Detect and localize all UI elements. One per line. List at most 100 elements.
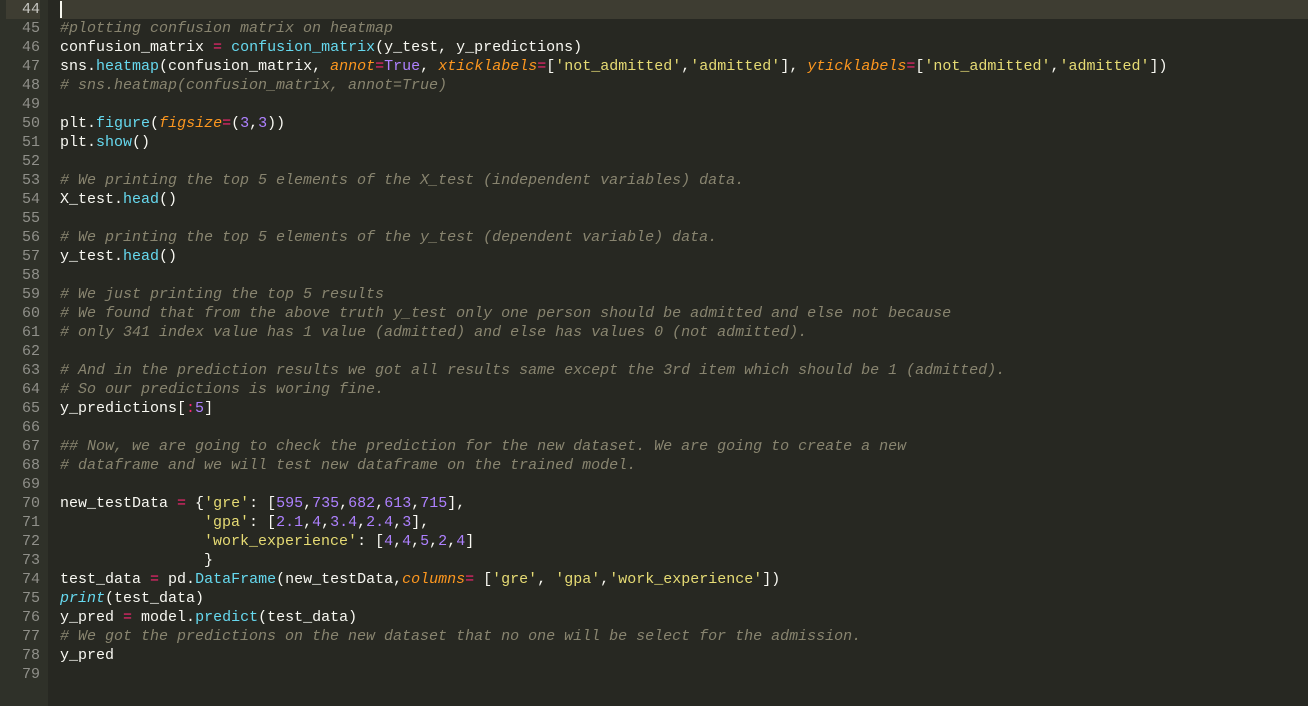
token [60, 514, 204, 531]
token: = [375, 58, 384, 75]
token: (test_data) [105, 590, 204, 607]
token: 5 [195, 400, 204, 417]
token: . [186, 571, 195, 588]
token: () [159, 191, 177, 208]
code-line[interactable]: # And in the prediction results we got a… [60, 361, 1308, 380]
code-line[interactable]: plt.figure(figsize=(3,3)) [60, 114, 1308, 133]
token: X_test [60, 191, 114, 208]
code-line[interactable]: y_pred [60, 646, 1308, 665]
token: , [447, 533, 456, 550]
token: , [420, 58, 429, 75]
token: ]) [1149, 58, 1167, 75]
code-line[interactable]: } [60, 551, 1308, 570]
token: y_predictions[ [60, 400, 186, 417]
line-number-gutter: 4445464748495051525354555657585960616263… [0, 0, 48, 706]
code-line[interactable] [60, 418, 1308, 437]
token: 682 [348, 495, 375, 512]
code-line[interactable]: # We got the predictions on the new data… [60, 627, 1308, 646]
token: )) [267, 115, 285, 132]
token: , [429, 533, 438, 550]
token: } [60, 552, 213, 569]
token: # We printing the top 5 elements of the … [60, 172, 744, 189]
token: columns [402, 571, 465, 588]
token: . [87, 58, 96, 75]
code-line[interactable]: y_predictions[:5] [60, 399, 1308, 418]
code-line[interactable]: y_test.head() [60, 247, 1308, 266]
code-line[interactable]: # dataframe and we will test new datafra… [60, 456, 1308, 475]
code-line[interactable]: X_test.head() [60, 190, 1308, 209]
token: # dataframe and we will test new datafra… [60, 457, 636, 474]
token: . [87, 134, 96, 151]
code-line[interactable] [60, 0, 1308, 19]
token: # We got the predictions on the new data… [60, 628, 861, 645]
token: plt [60, 134, 87, 151]
code-line[interactable] [60, 209, 1308, 228]
code-line[interactable]: sns.heatmap(confusion_matrix, annot=True… [60, 57, 1308, 76]
code-line[interactable] [60, 475, 1308, 494]
token: 3.4 [330, 514, 357, 531]
code-line[interactable]: # We just printing the top 5 results [60, 285, 1308, 304]
token: head [123, 248, 159, 265]
token: # We just printing the top 5 results [60, 286, 384, 303]
token: . [87, 115, 96, 132]
line-number: 46 [6, 38, 40, 57]
token: 2 [438, 533, 447, 550]
token: 4 [384, 533, 393, 550]
code-line[interactable]: # sns.heatmap(confusion_matrix, annot=Tr… [60, 76, 1308, 95]
code-line[interactable]: ## Now, we are going to check the predic… [60, 437, 1308, 456]
token [60, 533, 204, 550]
line-number: 55 [6, 209, 40, 228]
code-line[interactable] [60, 665, 1308, 684]
line-number: 67 [6, 437, 40, 456]
code-line[interactable]: # So our predictions is woring fine. [60, 380, 1308, 399]
token: y_pred [60, 609, 123, 626]
line-number: 45 [6, 19, 40, 38]
code-line[interactable]: print(test_data) [60, 589, 1308, 608]
token: 'admitted' [690, 58, 780, 75]
line-number: 71 [6, 513, 40, 532]
code-line[interactable]: y_pred = model.predict(test_data) [60, 608, 1308, 627]
code-area[interactable]: #plotting confusion matrix on heatmapcon… [48, 0, 1308, 706]
token: plt [60, 115, 87, 132]
code-editor[interactable]: 4445464748495051525354555657585960616263… [0, 0, 1308, 706]
code-line[interactable]: confusion_matrix = confusion_matrix(y_te… [60, 38, 1308, 57]
token: 4 [312, 514, 321, 531]
code-line[interactable]: # We found that from the above truth y_t… [60, 304, 1308, 323]
code-line[interactable] [60, 152, 1308, 171]
token: , [303, 514, 312, 531]
line-number: 74 [6, 570, 40, 589]
token [798, 58, 807, 75]
line-number: 56 [6, 228, 40, 247]
code-line[interactable]: #plotting confusion matrix on heatmap [60, 19, 1308, 38]
token: # So our predictions is woring fine. [60, 381, 384, 398]
line-number: 57 [6, 247, 40, 266]
token: = [537, 58, 546, 75]
token: # We printing the top 5 elements of the … [60, 229, 717, 246]
token: ], [411, 514, 429, 531]
line-number: 66 [6, 418, 40, 437]
token: y_pred [60, 647, 114, 664]
token: : [ [357, 533, 384, 550]
token: = [123, 609, 132, 626]
code-line[interactable]: 'gpa': [2.1,4,3.4,2.4,3], [60, 513, 1308, 532]
line-number: 51 [6, 133, 40, 152]
code-line[interactable]: # only 341 index value has 1 value (admi… [60, 323, 1308, 342]
code-line[interactable] [60, 95, 1308, 114]
token: , [393, 533, 402, 550]
token: 715 [420, 495, 447, 512]
code-line[interactable]: plt.show() [60, 133, 1308, 152]
code-line[interactable]: # We printing the top 5 elements of the … [60, 228, 1308, 247]
code-line[interactable]: 'work_experience': [4,4,5,2,4] [60, 532, 1308, 551]
token: ] [780, 58, 789, 75]
code-line[interactable]: new_testData = {'gre': [595,735,682,613,… [60, 494, 1308, 513]
code-line[interactable] [60, 266, 1308, 285]
line-number: 48 [6, 76, 40, 95]
token: 2.1 [276, 514, 303, 531]
code-line[interactable]: # We printing the top 5 elements of the … [60, 171, 1308, 190]
code-line[interactable] [60, 342, 1308, 361]
token [546, 571, 555, 588]
token: = [177, 495, 186, 512]
code-line[interactable]: test_data = pd.DataFrame(new_testData,co… [60, 570, 1308, 589]
token: ] [465, 533, 474, 550]
token: . [114, 191, 123, 208]
